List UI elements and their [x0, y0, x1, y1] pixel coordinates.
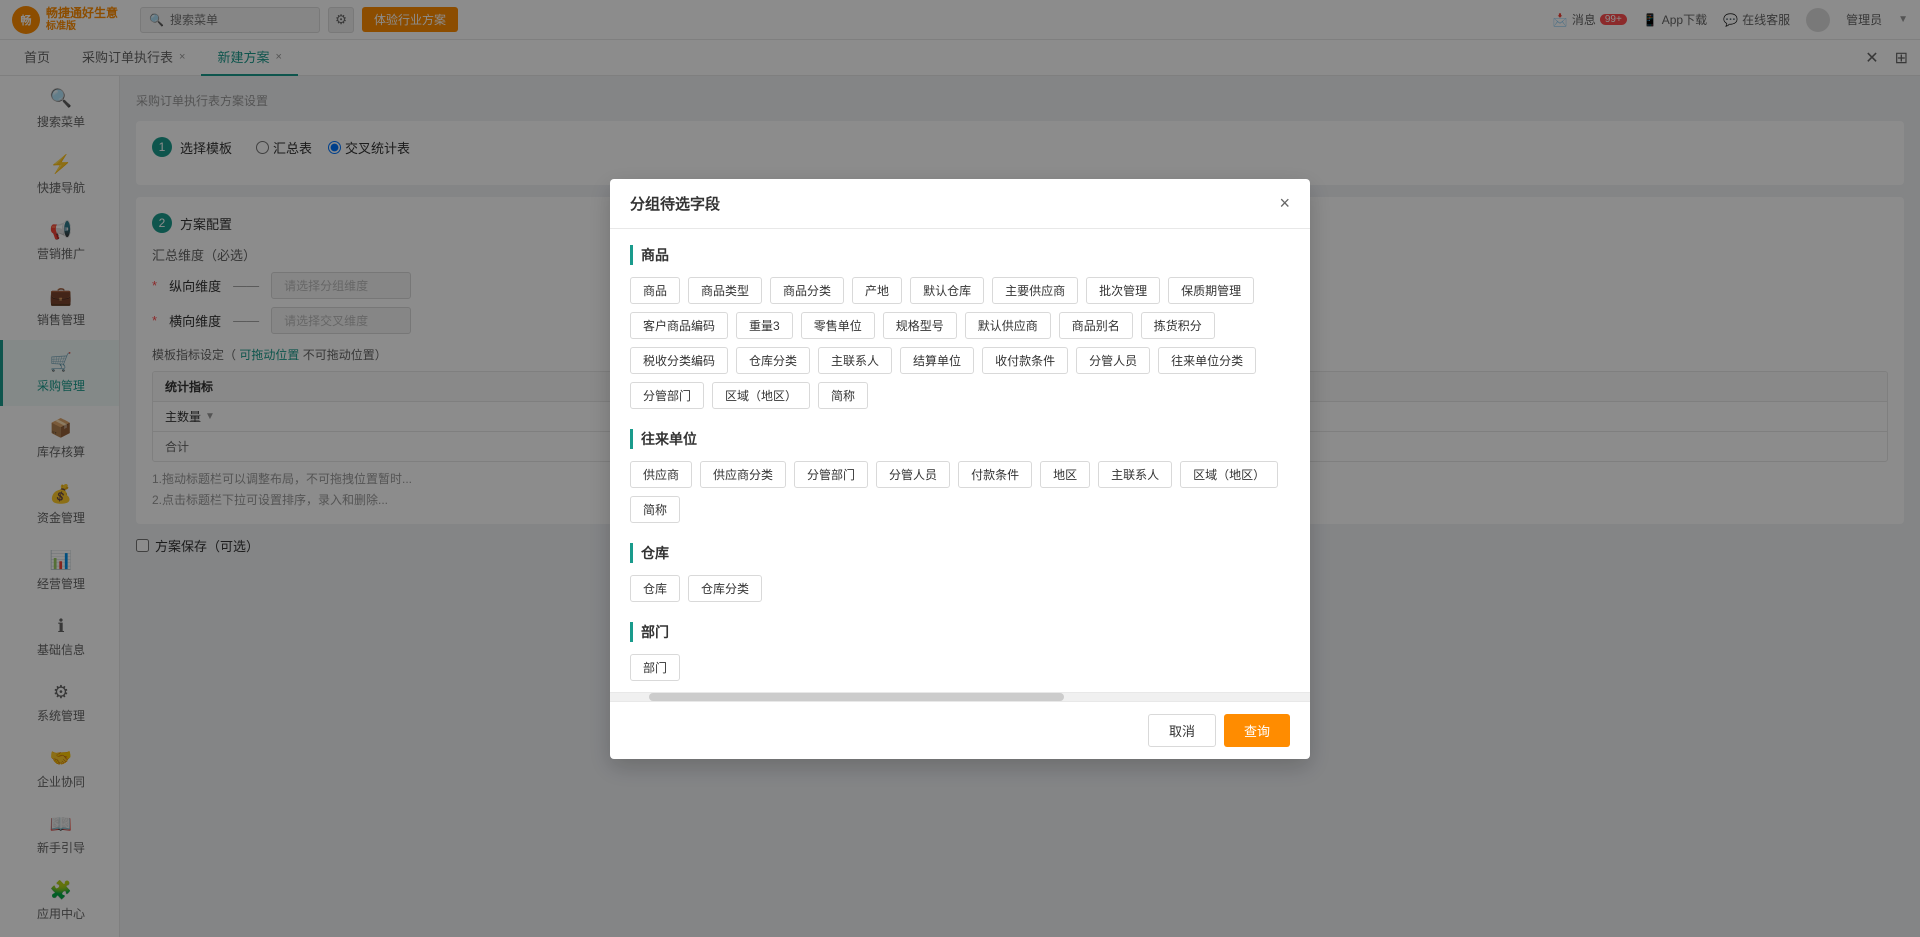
- field-tags-3: 部门: [630, 654, 1290, 681]
- modal-close-button[interactable]: ×: [1279, 194, 1290, 212]
- field-tag-2-0[interactable]: 仓库: [630, 575, 680, 602]
- field-group-title-2: 仓库: [630, 543, 1290, 563]
- field-tag-0-2[interactable]: 商品分类: [770, 277, 844, 304]
- field-tag-0-20[interactable]: 分管人员: [1076, 347, 1150, 374]
- field-tag-1-7[interactable]: 区域（地区）: [1180, 461, 1278, 488]
- field-tag-0-14[interactable]: 拣货积分: [1141, 312, 1215, 339]
- field-group-0: 商品商品商品类型商品分类产地默认仓库主要供应商批次管理保质期管理客户商品编码重量…: [630, 245, 1290, 409]
- field-tag-3-0[interactable]: 部门: [630, 654, 680, 681]
- field-tag-1-4[interactable]: 付款条件: [958, 461, 1032, 488]
- field-tag-0-12[interactable]: 默认供应商: [965, 312, 1051, 339]
- modal-footer: 取消 查询: [610, 701, 1310, 759]
- field-tag-0-16[interactable]: 仓库分类: [736, 347, 810, 374]
- field-tag-0-6[interactable]: 批次管理: [1086, 277, 1160, 304]
- field-tag-1-2[interactable]: 分管部门: [794, 461, 868, 488]
- field-tag-2-1[interactable]: 仓库分类: [688, 575, 762, 602]
- field-tag-0-9[interactable]: 重量3: [736, 312, 793, 339]
- field-group-title-1: 往来单位: [630, 429, 1290, 449]
- field-tag-0-13[interactable]: 商品别名: [1059, 312, 1133, 339]
- field-tag-0-18[interactable]: 结算单位: [900, 347, 974, 374]
- field-group-title-0: 商品: [630, 245, 1290, 265]
- field-tag-1-3[interactable]: 分管人员: [876, 461, 950, 488]
- modal-body: 商品商品商品类型商品分类产地默认仓库主要供应商批次管理保质期管理客户商品编码重量…: [610, 229, 1310, 692]
- field-tag-0-3[interactable]: 产地: [852, 277, 902, 304]
- field-tag-0-0[interactable]: 商品: [630, 277, 680, 304]
- field-tag-0-15[interactable]: 税收分类编码: [630, 347, 728, 374]
- field-tag-0-17[interactable]: 主联系人: [818, 347, 892, 374]
- field-tag-0-4[interactable]: 默认仓库: [910, 277, 984, 304]
- field-tag-0-7[interactable]: 保质期管理: [1168, 277, 1254, 304]
- field-group-1: 往来单位供应商供应商分类分管部门分管人员付款条件地区主联系人区域（地区） 简称: [630, 429, 1290, 523]
- field-tag-1-8[interactable]: 简称: [630, 496, 680, 523]
- field-group-2: 仓库仓库仓库分类: [630, 543, 1290, 602]
- modal-overlay: 分组待选字段 × 商品商品商品类型商品分类产地默认仓库主要供应商批次管理保质期管…: [0, 0, 1920, 937]
- field-tag-0-8[interactable]: 客户商品编码: [630, 312, 728, 339]
- modal-title: 分组待选字段: [630, 193, 720, 214]
- field-tags-2: 仓库仓库分类: [630, 575, 1290, 602]
- field-tag-0-11[interactable]: 规格型号: [883, 312, 957, 339]
- field-tag-0-19[interactable]: 收付款条件: [982, 347, 1068, 374]
- modal: 分组待选字段 × 商品商品商品类型商品分类产地默认仓库主要供应商批次管理保质期管…: [610, 179, 1310, 759]
- cancel-button[interactable]: 取消: [1148, 714, 1216, 747]
- field-group-title-3: 部门: [630, 622, 1290, 642]
- confirm-button[interactable]: 查询: [1224, 714, 1290, 747]
- field-tag-0-21[interactable]: 往来单位分类: [1158, 347, 1256, 374]
- field-tags-0: 商品商品类型商品分类产地默认仓库主要供应商批次管理保质期管理客户商品编码重量3 零…: [630, 277, 1290, 409]
- field-tag-1-6[interactable]: 主联系人: [1098, 461, 1172, 488]
- field-tag-1-1[interactable]: 供应商分类: [700, 461, 786, 488]
- hscroll-thumb: [649, 693, 1064, 701]
- field-tag-0-5[interactable]: 主要供应商: [992, 277, 1078, 304]
- field-tags-1: 供应商供应商分类分管部门分管人员付款条件地区主联系人区域（地区） 简称: [630, 461, 1290, 523]
- field-tag-1-5[interactable]: 地区: [1040, 461, 1090, 488]
- modal-header: 分组待选字段 ×: [610, 179, 1310, 229]
- field-group-3: 部门部门: [630, 622, 1290, 681]
- modal-hscrollbar[interactable]: [610, 692, 1310, 701]
- field-tag-1-0[interactable]: 供应商: [630, 461, 692, 488]
- field-tag-0-10[interactable]: 零售单位: [801, 312, 875, 339]
- field-tag-0-1[interactable]: 商品类型: [688, 277, 762, 304]
- field-tag-0-23[interactable]: 区域（地区）: [712, 382, 810, 409]
- field-tag-0-24[interactable]: 简称: [818, 382, 868, 409]
- field-tag-0-22[interactable]: 分管部门: [630, 382, 704, 409]
